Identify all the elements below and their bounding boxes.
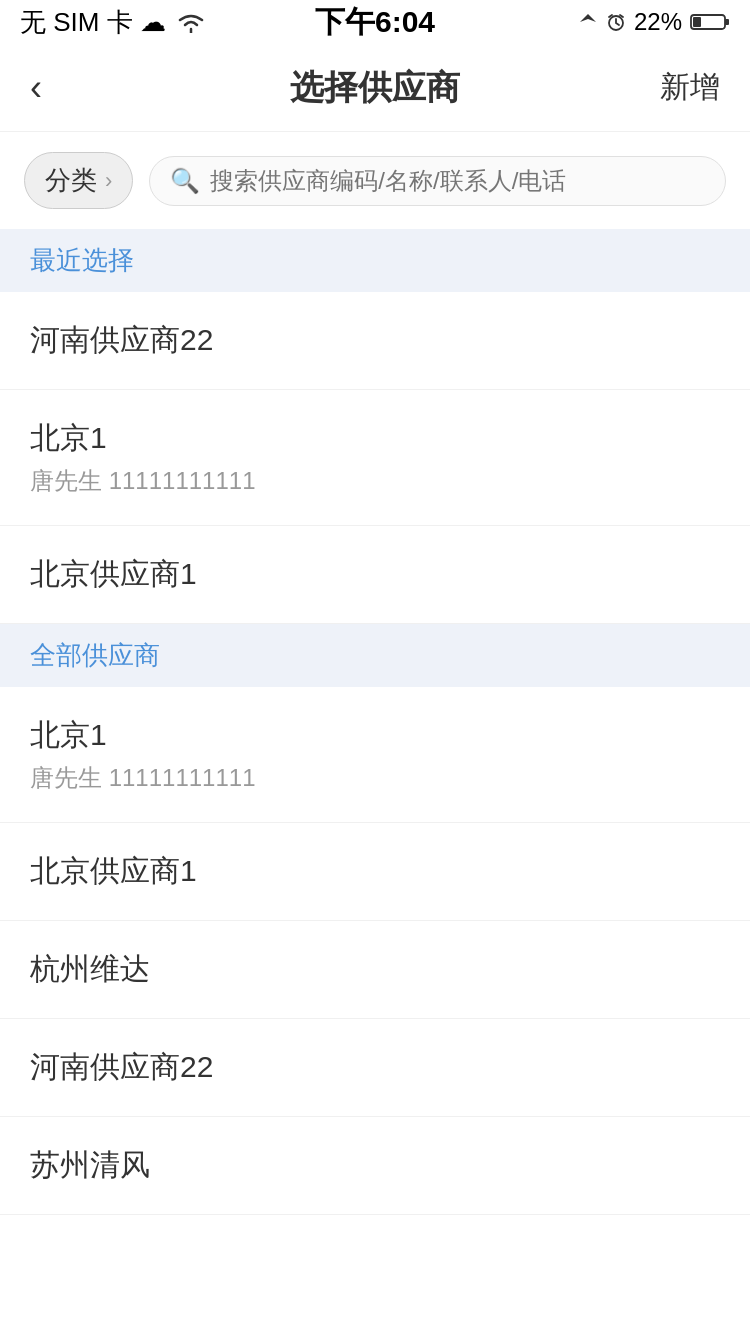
search-icon: 🔍 [170,167,200,195]
item-name: 北京1 [30,418,720,459]
wifi-icon [176,11,206,33]
recent-list: 河南供应商22 北京1 唐先生 11111111111 北京供应商1 [0,292,750,624]
recent-section-header: 最近选择 [0,229,750,292]
item-name: 北京供应商1 [30,851,720,892]
item-sub: 唐先生 11111111111 [30,762,720,794]
list-item[interactable]: 北京供应商1 [0,823,750,921]
all-section-label: 全部供应商 [30,640,160,670]
all-section-header: 全部供应商 [0,624,750,687]
list-item[interactable]: 苏州清风 [0,1117,750,1215]
list-item[interactable]: 河南供应商22 [0,1019,750,1117]
filter-bar: 分类 › 🔍 [0,132,750,229]
item-sub: 唐先生 11111111111 [30,465,720,497]
item-name: 北京供应商1 [30,554,720,595]
nav-bar: ‹ 选择供应商 新增 [0,44,750,132]
back-button[interactable]: ‹ [30,67,90,109]
page-title: 选择供应商 [290,65,460,111]
status-left: 无 SIM 卡 ☁ [20,5,206,40]
new-button[interactable]: 新增 [660,67,720,108]
category-label: 分类 [45,163,97,198]
list-item[interactable]: 北京1 唐先生 11111111111 [0,687,750,823]
item-name: 苏州清风 [30,1145,720,1186]
item-name: 河南供应商22 [30,320,720,361]
search-box: 🔍 [149,156,726,206]
status-bar: 无 SIM 卡 ☁ 下午6:04 22% [0,0,750,44]
category-button[interactable]: 分类 › [24,152,133,209]
alarm-icon [606,12,626,32]
item-name: 北京1 [30,715,720,756]
chevron-right-icon: › [105,168,112,194]
item-name: 河南供应商22 [30,1047,720,1088]
battery-text: 22% [634,8,682,36]
list-item[interactable]: 河南供应商22 [0,292,750,390]
status-right: 22% [578,8,730,36]
sim-status: 无 SIM 卡 ☁ [20,5,166,40]
status-time: 下午6:04 [315,2,435,43]
list-item[interactable]: 杭州维达 [0,921,750,1019]
item-name: 杭州维达 [30,949,720,990]
battery-icon [690,12,730,32]
list-item[interactable]: 北京供应商1 [0,526,750,624]
all-list: 北京1 唐先生 11111111111 北京供应商1 杭州维达河南供应商22 苏州清风 [0,687,750,1215]
search-input[interactable] [210,167,705,195]
recent-section-label: 最近选择 [30,245,134,275]
svg-rect-2 [725,19,729,25]
list-item[interactable]: 北京1 唐先生 11111111111 [0,390,750,526]
svg-rect-3 [693,17,701,27]
location-icon [578,12,598,32]
